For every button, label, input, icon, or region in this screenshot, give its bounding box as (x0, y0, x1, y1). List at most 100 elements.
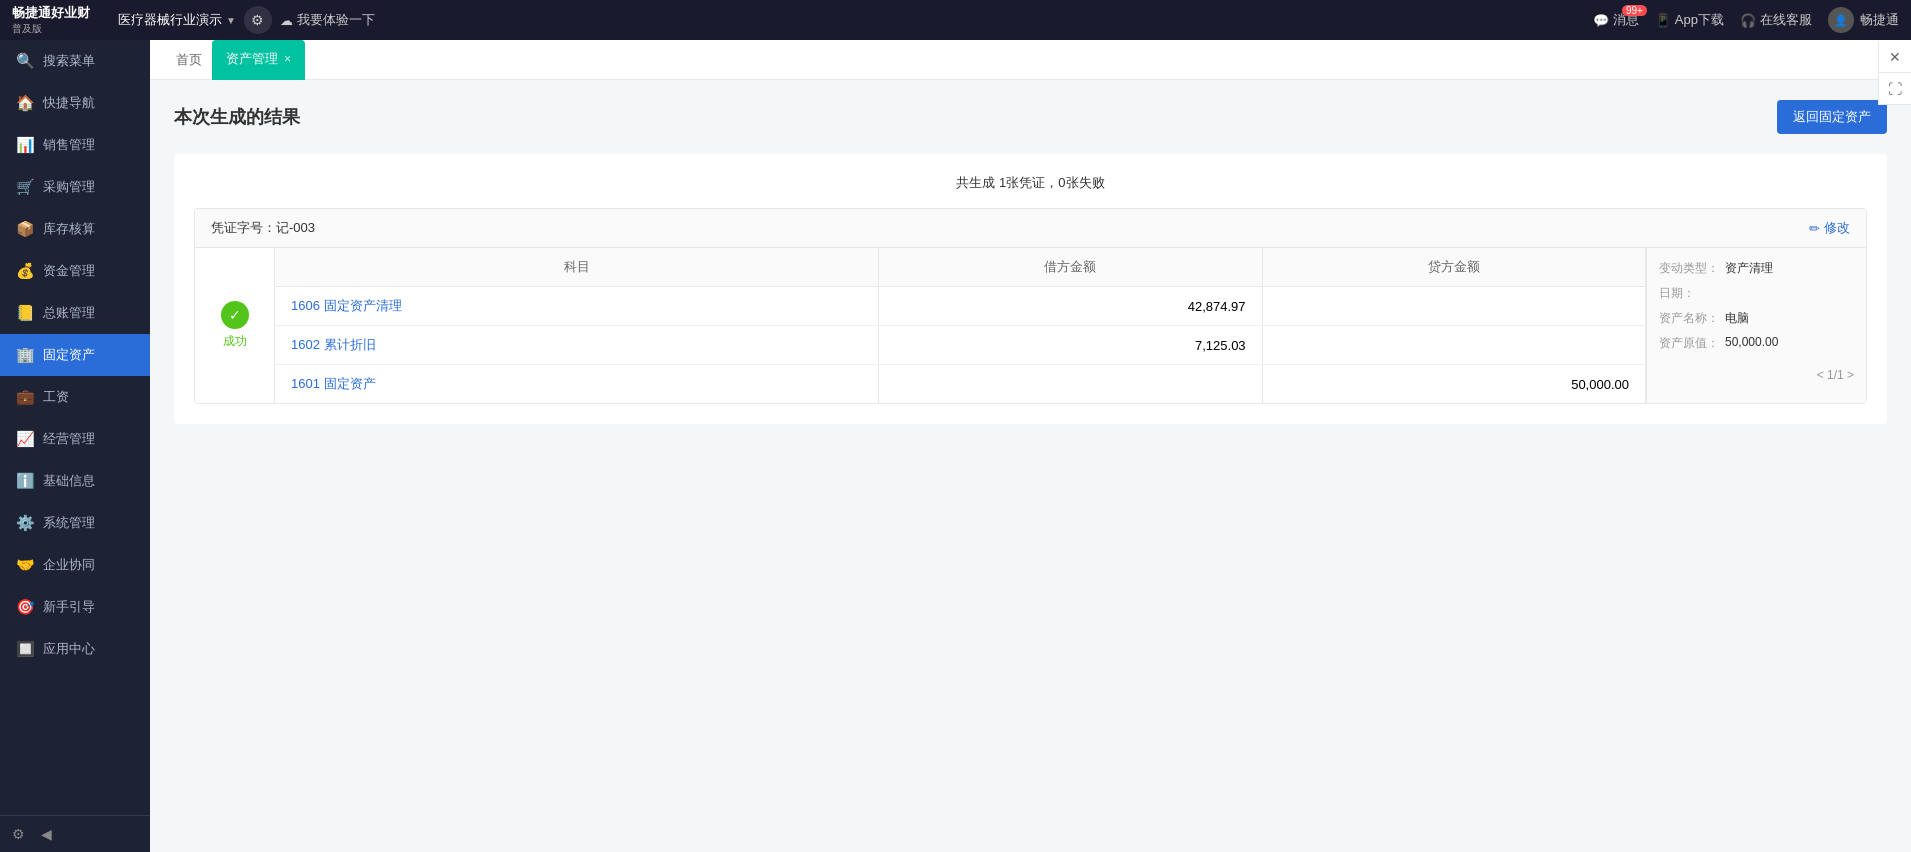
sidebar-bottom: ⚙ ◀ (0, 815, 150, 852)
tab-asset-management[interactable]: 资产管理 × (212, 40, 305, 80)
sidebar-item-payroll[interactable]: 💼 工资 (0, 376, 150, 418)
change-type-label: 变动类型： (1659, 260, 1719, 277)
tabs-bar: 首页 资产管理 × (150, 40, 1911, 80)
sidebar-item-capital[interactable]: 💰 资金管理 (0, 250, 150, 292)
ledger-icon: 📒 (16, 304, 35, 322)
content-area: 首页 资产管理 × 本次生成的结果 返回固定资产 共生成 1张凭证，0张失败 (150, 40, 1911, 852)
user-menu[interactable]: 👤 畅捷通 (1828, 7, 1899, 33)
company-selector[interactable]: 医疗器械行业演示 ▼ (118, 11, 236, 29)
voucher-table-area: 科目 借方金额 贷方金额 1606 固定资产清理 42,874.97 (275, 248, 1646, 403)
voucher-number: 凭证字号：记-003 (211, 219, 315, 237)
result-panel: 共生成 1张凭证，0张失败 凭证字号：记-003 ✏ 修改 (174, 154, 1887, 424)
asset-value-value: 50,000.00 (1725, 335, 1778, 352)
asset-name-value: 电脑 (1725, 310, 1749, 327)
company-settings-button[interactable]: ⚙ (244, 6, 272, 34)
sidebar-item-label: 经营管理 (43, 430, 95, 448)
sidebar-item-label: 基础信息 (43, 472, 95, 490)
voucher-table: 科目 借方金额 贷方金额 1606 固定资产清理 42,874.97 (275, 248, 1646, 403)
purchase-icon: 🛒 (16, 178, 35, 196)
sidebar-settings-button[interactable]: ⚙ (12, 826, 25, 842)
sidebar-item-label: 快捷导航 (43, 94, 95, 112)
system-icon: ⚙️ (16, 514, 35, 532)
app-download-button[interactable]: 📱 App下载 (1655, 11, 1724, 29)
row1-debit: 42,874.97 (879, 287, 1262, 326)
sidebar-item-label: 库存核算 (43, 220, 95, 238)
sidebar-collapse-button[interactable]: ◀ (41, 826, 52, 842)
col-debit: 借方金额 (879, 248, 1262, 287)
sidebar-item-system[interactable]: ⚙️ 系统管理 (0, 502, 150, 544)
row3-credit: 50,000.00 (1262, 365, 1645, 404)
active-tab-label: 资产管理 (226, 50, 278, 68)
col-credit: 贷方金额 (1262, 248, 1645, 287)
return-fixed-assets-button[interactable]: 返回固定资产 (1777, 100, 1887, 134)
sidebar-item-purchase[interactable]: 🛒 采购管理 (0, 166, 150, 208)
sidebar-item-fixed-assets[interactable]: 🏢 固定资产 (0, 334, 150, 376)
sales-icon: 📊 (16, 136, 35, 154)
sidebar-item-operations[interactable]: 📈 经营管理 (0, 418, 150, 460)
table-row: 1601 固定资产 50,000.00 (275, 365, 1646, 404)
sidebar-item-ledger[interactable]: 📒 总账管理 (0, 292, 150, 334)
page-title: 本次生成的结果 (174, 105, 300, 129)
change-type-value: 资产清理 (1725, 260, 1773, 277)
pagination[interactable]: < 1/1 > (1659, 360, 1854, 382)
col-subject: 科目 (275, 248, 879, 287)
main-layout: 🔍 搜索菜单 🏠 快捷导航 📊 销售管理 🛒 采购管理 📦 库存核算 💰 (0, 40, 1911, 852)
sidebar: 🔍 搜索菜单 🏠 快捷导航 📊 销售管理 🛒 采购管理 📦 库存核算 💰 (0, 40, 150, 852)
edit-btn-label: 修改 (1824, 219, 1850, 237)
sidebar-item-label: 销售管理 (43, 136, 95, 154)
sidebar-item-quick-nav[interactable]: 🏠 快捷导航 (0, 82, 150, 124)
search-icon: 🔍 (16, 52, 35, 70)
tab-home[interactable]: 首页 (166, 40, 212, 80)
guide-icon: 🎯 (16, 598, 35, 616)
service-icon: 🎧 (1740, 13, 1756, 28)
try-experience-button[interactable]: ☁ 我要体验一下 (280, 11, 375, 29)
table-row: 1602 累计折旧 7,125.03 (275, 326, 1646, 365)
change-type-row: 变动类型： 资产清理 (1659, 260, 1854, 277)
home-icon: 🏠 (16, 94, 35, 112)
sidebar-item-label: 搜索菜单 (43, 52, 95, 70)
side-info-panel: 变动类型： 资产清理 日期： 资产名称： 电脑 (1646, 248, 1866, 403)
message-icon: 💬 (1593, 13, 1609, 28)
window-controls: ✕ ⛶ (1878, 41, 1911, 105)
top-navigation: 畅捷通好业财 普及版 医疗器械行业演示 ▼ ⚙ ☁ 我要体验一下 💬 消息 99… (0, 0, 1911, 40)
edit-voucher-button[interactable]: ✏ 修改 (1809, 219, 1850, 237)
sidebar-item-basic-info[interactable]: ℹ️ 基础信息 (0, 460, 150, 502)
sidebar-item-label: 固定资产 (43, 346, 95, 364)
basic-info-icon: ℹ️ (16, 472, 35, 490)
online-service-button[interactable]: 🎧 在线客服 (1740, 11, 1812, 29)
sidebar-item-sales[interactable]: 📊 销售管理 (0, 124, 150, 166)
row2-subject: 1602 累计折旧 (275, 326, 879, 365)
sidebar-item-search[interactable]: 🔍 搜索菜单 (0, 40, 150, 82)
sidebar-item-enterprise[interactable]: 🤝 企业协同 (0, 544, 150, 586)
voucher-content: ✓ 成功 科目 借方金额 贷方金额 (195, 248, 1866, 403)
fixed-assets-icon: 🏢 (16, 346, 35, 364)
sidebar-item-label: 应用中心 (43, 640, 95, 658)
result-summary: 共生成 1张凭证，0张失败 (194, 174, 1867, 192)
table-row: 1606 固定资产清理 42,874.97 (275, 287, 1646, 326)
sidebar-item-label: 采购管理 (43, 178, 95, 196)
expand-panel-button[interactable]: ⛶ (1879, 73, 1911, 105)
company-name: 医疗器械行业演示 (118, 11, 222, 29)
row2-debit: 7,125.03 (879, 326, 1262, 365)
row3-subject: 1601 固定资产 (275, 365, 879, 404)
message-button[interactable]: 💬 消息 99+ (1593, 11, 1639, 29)
sidebar-item-inventory[interactable]: 📦 库存核算 (0, 208, 150, 250)
app-logo-title: 畅捷通好业财 (12, 4, 90, 22)
top-nav-right: 💬 消息 99+ 📱 App下载 🎧 在线客服 👤 畅捷通 (1593, 7, 1899, 33)
company-dropdown-arrow: ▼ (226, 15, 236, 26)
tab-close-button[interactable]: × (284, 52, 291, 66)
enterprise-icon: 🤝 (16, 556, 35, 574)
sidebar-item-guide[interactable]: 🎯 新手引导 (0, 586, 150, 628)
asset-value-label: 资产原值： (1659, 335, 1719, 352)
close-panel-button[interactable]: ✕ (1879, 41, 1911, 73)
status-label: 成功 (223, 333, 247, 350)
date-label: 日期： (1659, 285, 1695, 302)
success-icon: ✓ (221, 301, 249, 329)
row1-subject: 1606 固定资产清理 (275, 287, 879, 326)
status-column: ✓ 成功 (195, 248, 275, 403)
message-badge: 99+ (1622, 5, 1647, 16)
edit-icon: ✏ (1809, 221, 1820, 236)
app-logo-subtitle: 普及版 (12, 22, 42, 36)
sidebar-item-app-center[interactable]: 🔲 应用中心 (0, 628, 150, 670)
asset-value-row: 资产原值： 50,000.00 (1659, 335, 1854, 352)
